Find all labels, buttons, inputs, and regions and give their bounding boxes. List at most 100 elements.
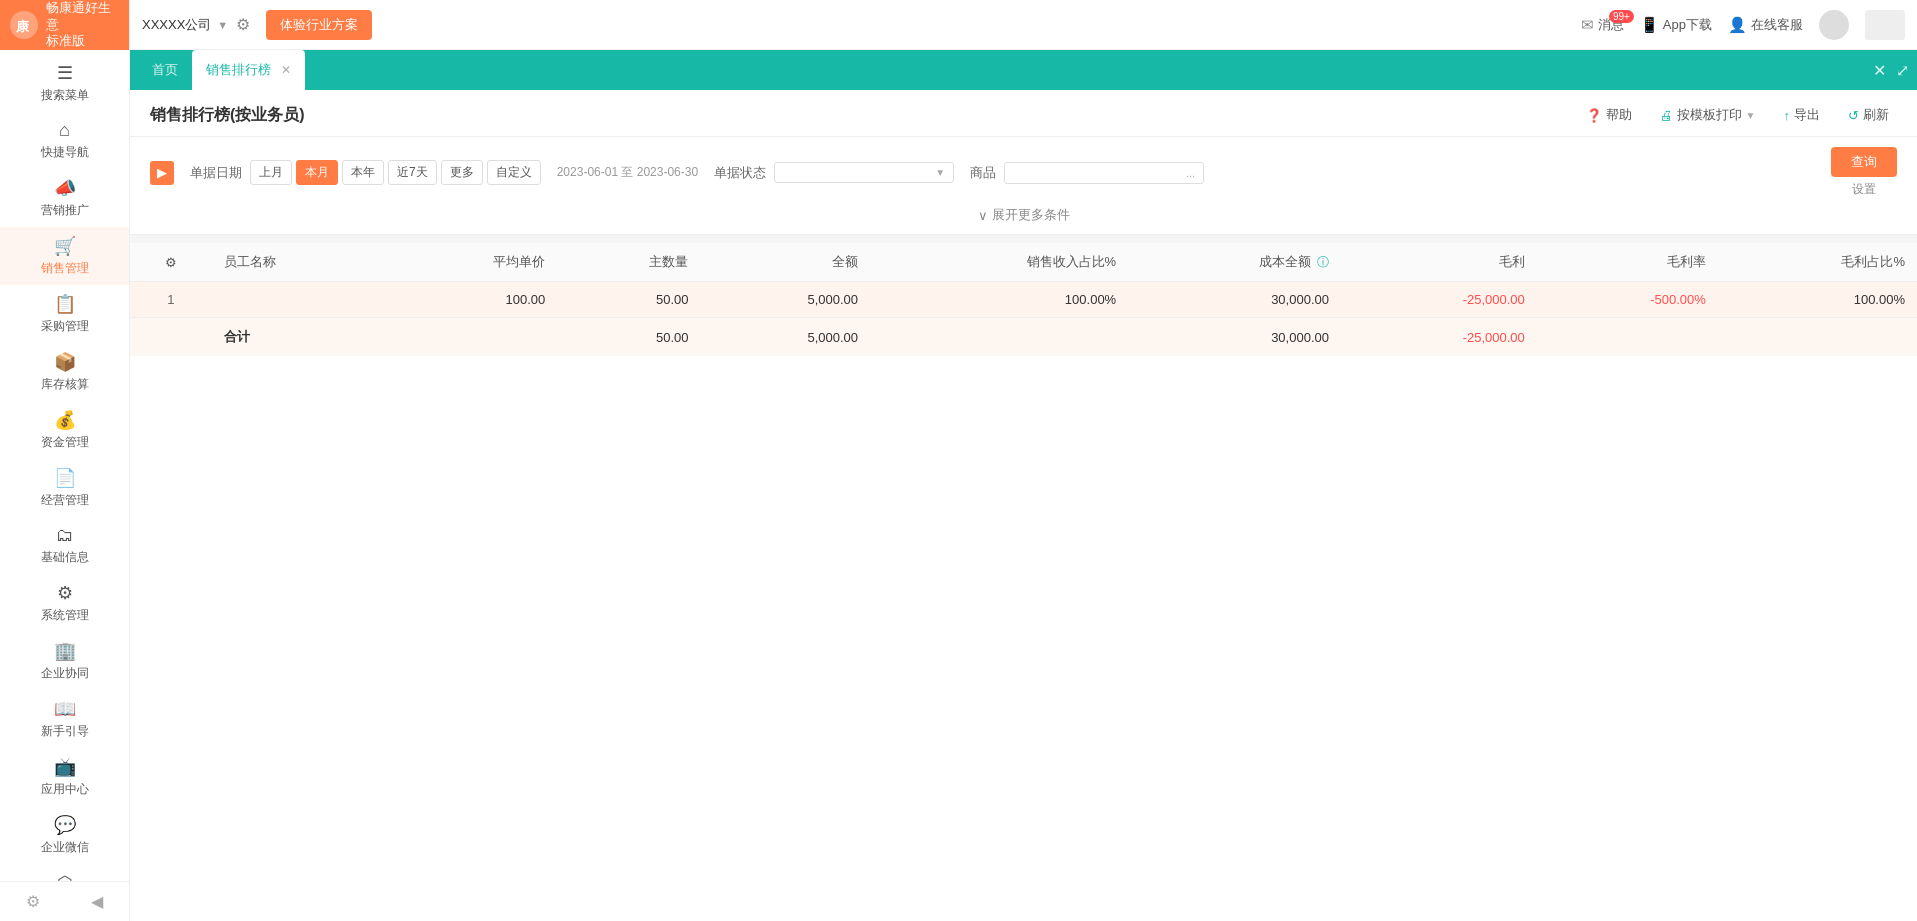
app-download-button[interactable]: 📱 App下载 [1640, 16, 1712, 34]
topbar-settings-icon[interactable]: ⚙ [236, 15, 250, 34]
tab-sales-ranking-label: 销售排行榜 [206, 61, 271, 79]
home-icon: ⌂ [59, 120, 70, 141]
col-settings[interactable]: ⚙ [130, 243, 212, 282]
message-badge: 99+ [1609, 10, 1634, 23]
sidebar-item-sales[interactable]: 🛒 销售管理 [0, 227, 129, 285]
logo-text: 畅康通好生意 标准版 [46, 0, 121, 50]
tab-home[interactable]: 首页 [138, 50, 192, 90]
company-name: XXXXX公司 [142, 16, 211, 34]
sidebar-item-enterprise[interactable]: 🏢 企业协同 [0, 632, 129, 690]
query-button-area: 查询 设置 [1831, 147, 1897, 198]
company-caret-icon: ▼ [217, 19, 228, 31]
date-range-text: 2023-06-01 至 2023-06-30 [557, 164, 698, 181]
member-icon: ⬡ [57, 872, 73, 881]
operations-icon: 📄 [54, 467, 76, 489]
table-row: 1 100.00 50.00 5,000.00 100.00% 30,000.0… [130, 282, 1917, 318]
expand-row: ∨ 展开更多条件 [150, 206, 1897, 224]
this-year-button[interactable]: 本年 [342, 160, 384, 185]
tab-maximize-icon[interactable]: ⤢ [1896, 61, 1909, 80]
sidebar-item-guide[interactable]: 📖 新手引导 [0, 690, 129, 748]
user-name-area[interactable] [1865, 10, 1905, 40]
cell-cost-amount: 30,000.00 [1128, 282, 1341, 318]
tab-sales-ranking[interactable]: 销售排行榜 ✕ [192, 50, 305, 90]
page-content: 销售排行榜(按业务员) ❓ 帮助 🖨 按模板打印 ▼ ↑ 导出 ↺ 刷新 [130, 90, 1917, 921]
sidebar-item-apps[interactable]: 📺 应用中心 [0, 748, 129, 806]
main-content: XXXXX公司 ▼ ⚙ 体验行业方案 ✉ 消息 99+ 📱 App下载 👤 在线… [130, 0, 1917, 921]
status-filter: 单据状态 ▼ [714, 162, 954, 183]
date-buttons: 上月 本月 本年 近7天 更多 自定义 [250, 160, 541, 185]
online-service-button[interactable]: 👤 在线客服 [1728, 16, 1803, 34]
cell-main-qty: 50.00 [557, 282, 700, 318]
tabbar: 首页 销售排行榜 ✕ ✕ ⤢ [130, 50, 1917, 90]
sidebar-item-basic[interactable]: 🗂 基础信息 [0, 517, 129, 574]
filter-toggle-icon[interactable]: ▶ [150, 161, 174, 185]
more-date-button[interactable]: 更多 [441, 160, 483, 185]
sidebar-item-marketing[interactable]: 📣 营销推广 [0, 169, 129, 227]
message-button[interactable]: ✉ 消息 99+ [1581, 16, 1624, 34]
this-month-button[interactable]: 本月 [296, 160, 338, 185]
query-button[interactable]: 查询 [1831, 147, 1897, 177]
sidebar-collapse-button[interactable]: ◀ [91, 892, 103, 911]
online-service-label: 在线客服 [1751, 16, 1803, 34]
status-select[interactable]: ▼ [774, 162, 954, 183]
col-avg-price: 平均单价 [385, 243, 558, 282]
sidebar-item-inventory[interactable]: 📦 库存核算 [0, 343, 129, 401]
sidebar-item-search[interactable]: ☰ 搜索菜单 [0, 54, 129, 112]
tabbar-right: ✕ ⤢ [1873, 61, 1909, 80]
guide-icon: 📖 [54, 698, 76, 720]
basic-icon: 🗂 [56, 525, 74, 546]
help-button[interactable]: ❓ 帮助 [1578, 102, 1640, 128]
avatar[interactable] [1819, 10, 1849, 40]
tab-close-all-icon[interactable]: ✕ [1873, 61, 1886, 80]
purchase-icon: 📋 [54, 293, 76, 315]
refresh-button[interactable]: ↺ 刷新 [1840, 102, 1897, 128]
data-table: ⚙ 员工名称 平均单价 主数量 全额 销售收入占比% 成本全额 ⓘ 毛利 毛利率… [130, 243, 1917, 356]
footer-avg-price [385, 318, 558, 357]
filter-area: ▶ 单据日期 上月 本月 本年 近7天 更多 自定义 2023-06-01 至 … [130, 137, 1917, 235]
sidebar-item-purchase[interactable]: 📋 采购管理 [0, 285, 129, 343]
recent7-button[interactable]: 近7天 [388, 160, 437, 185]
sidebar-item-member[interactable]: ⬡ 畅会员 [0, 864, 129, 881]
footer-gross-pct [1718, 318, 1917, 357]
sidebar: 康 畅康通好生意 标准版 ☰ 搜索菜单 ⌂ 快捷导航 📣 营销推广 🛒 销售管理… [0, 0, 130, 921]
cell-gross-profit: -25,000.00 [1341, 282, 1537, 318]
settings-link[interactable]: 设置 [1831, 181, 1897, 198]
sidebar-footer: ⚙ ◀ [0, 881, 129, 921]
status-label: 单据状态 [714, 164, 766, 182]
message-icon: ✉ [1581, 16, 1594, 34]
cell-avg-price: 100.00 [385, 282, 558, 318]
sidebar-item-system[interactable]: ⚙ 系统管理 [0, 574, 129, 632]
sales-icon: 🛒 [54, 235, 76, 257]
sidebar-item-wechat[interactable]: 💬 企业微信 [0, 806, 129, 864]
cell-gross-pct: 100.00% [1718, 282, 1917, 318]
footer-label: 合计 [212, 318, 385, 357]
footer-gross-rate [1537, 318, 1718, 357]
page-title: 销售排行榜(按业务员) [150, 105, 305, 126]
tab-close-icon[interactable]: ✕ [281, 63, 291, 77]
company-selector[interactable]: XXXXX公司 ▼ [142, 16, 228, 34]
sidebar-settings-button[interactable]: ⚙ [26, 892, 40, 911]
col-gross-profit: 毛利 [1341, 243, 1537, 282]
goods-select[interactable]: ... [1004, 162, 1204, 184]
marketing-icon: 📣 [54, 177, 76, 199]
sidebar-item-operations[interactable]: 📄 经营管理 [0, 459, 129, 517]
col-total-amount: 全额 [700, 243, 870, 282]
expand-down-icon: ∨ [978, 208, 988, 223]
print-caret-icon: ▼ [1746, 110, 1756, 121]
sidebar-logo: 康 畅康通好生意 标准版 [0, 0, 129, 50]
expand-button[interactable]: ∨ 展开更多条件 [978, 206, 1070, 224]
cost-info-icon[interactable]: ⓘ [1317, 255, 1329, 269]
prev-month-button[interactable]: 上月 [250, 160, 292, 185]
footer-empty-rank [130, 318, 212, 357]
cell-total-amount: 5,000.00 [700, 282, 870, 318]
print-button[interactable]: 🖨 按模板打印 ▼ [1652, 102, 1764, 128]
custom-date-button[interactable]: 自定义 [487, 160, 541, 185]
trial-button[interactable]: 体验行业方案 [266, 10, 372, 40]
sidebar-item-quick-nav[interactable]: ⌂ 快捷导航 [0, 112, 129, 169]
status-caret-icon: ▼ [935, 167, 945, 178]
footer-total-amount: 5,000.00 [700, 318, 870, 357]
sidebar-item-finance[interactable]: 💰 资金管理 [0, 401, 129, 459]
export-button[interactable]: ↑ 导出 [1776, 102, 1829, 128]
inventory-icon: 📦 [54, 351, 76, 373]
topbar: XXXXX公司 ▼ ⚙ 体验行业方案 ✉ 消息 99+ 📱 App下载 👤 在线… [130, 0, 1917, 50]
